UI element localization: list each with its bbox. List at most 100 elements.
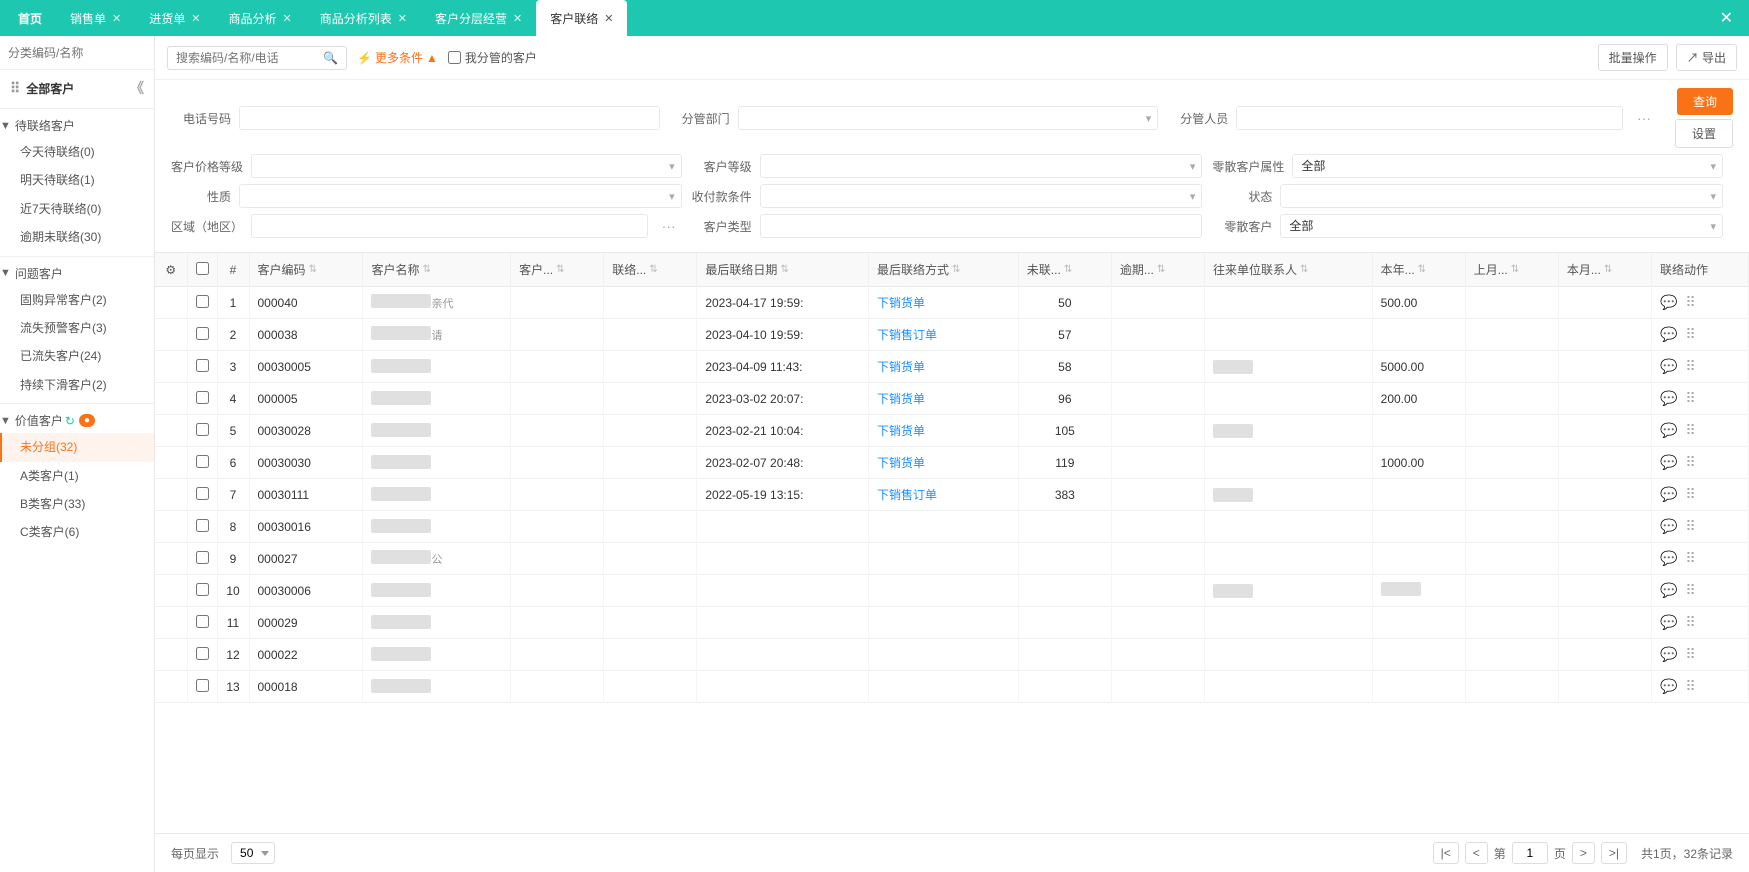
row-checkbox-cell[interactable] <box>187 511 217 543</box>
row-last-contact-method[interactable]: 下销货单 <box>869 287 1019 319</box>
row-checkbox[interactable] <box>196 359 209 372</box>
th-checkbox[interactable] <box>187 253 217 287</box>
chat-icon[interactable]: 💬 <box>1660 518 1677 535</box>
grid-action-icon[interactable]: ⠿ <box>1685 678 1695 695</box>
tab-purchase[interactable]: 进货单 ✕ <box>135 0 214 36</box>
sidebar-item-churn-risk[interactable]: 流失预警客户(3) <box>0 314 154 342</box>
row-checkbox-cell[interactable] <box>187 479 217 511</box>
all-customers-header[interactable]: ⠿ 全部客户 《 <box>0 70 154 104</box>
row-checkbox-cell[interactable] <box>187 671 217 703</box>
row-checkbox-cell[interactable] <box>187 639 217 671</box>
row-last-contact-method[interactable]: 下销售订单 <box>869 319 1019 351</box>
my-customers-check[interactable] <box>448 51 461 64</box>
grid-action-icon[interactable]: ⠿ <box>1685 486 1695 503</box>
refresh-icon[interactable]: ↻ <box>65 414 75 428</box>
tab-customer-contact[interactable]: 客户联络 ✕ <box>536 0 627 36</box>
filter-search-input[interactable] <box>176 51 323 65</box>
chat-icon[interactable]: 💬 <box>1660 390 1677 407</box>
pending-contact-header[interactable]: ▼ 待联络客户 <box>0 113 154 138</box>
region-input[interactable] <box>251 214 648 238</box>
tab-customer-contact-close[interactable]: ✕ <box>604 12 613 25</box>
retail-customer-select[interactable]: 全部 <box>1280 214 1723 238</box>
export-btn[interactable]: ↗ 导出 <box>1676 44 1737 71</box>
tab-home[interactable]: 首页 <box>4 0 56 36</box>
row-checkbox-cell[interactable] <box>187 447 217 479</box>
sidebar-item-overdue[interactable]: 逾期未联络(30) <box>0 223 154 251</box>
tab-sales-close[interactable]: ✕ <box>112 12 121 25</box>
tab-customer-segment[interactable]: 客户分层经营 ✕ <box>421 0 536 36</box>
sidebar-item-class-b[interactable]: B类客户(33) <box>0 490 154 518</box>
per-page-select[interactable]: 50 <box>231 842 275 864</box>
row-checkbox-cell[interactable] <box>187 383 217 415</box>
tab-purchase-close[interactable]: ✕ <box>191 12 200 25</box>
row-checkbox-cell[interactable] <box>187 351 217 383</box>
chat-icon[interactable]: 💬 <box>1660 422 1677 439</box>
row-checkbox[interactable] <box>196 551 209 564</box>
grid-action-icon[interactable]: ⠿ <box>1685 358 1695 375</box>
tab-product-analysis-close[interactable]: ✕ <box>283 12 292 25</box>
manager-input[interactable] <box>1236 106 1623 130</box>
chat-icon[interactable]: 💬 <box>1660 454 1677 471</box>
row-checkbox[interactable] <box>196 519 209 532</box>
chat-icon[interactable]: 💬 <box>1660 678 1677 695</box>
row-checkbox[interactable] <box>196 295 209 308</box>
last-contact-method-link[interactable]: 下销货单 <box>877 392 925 406</box>
th-overdue[interactable]: 逾期...⇅ <box>1111 253 1204 287</box>
row-last-contact-method[interactable]: 下销售订单 <box>869 479 1019 511</box>
gender-select[interactable] <box>239 184 682 208</box>
grid-action-icon[interactable]: ⠿ <box>1685 326 1695 343</box>
tab-product-analysis-list-close[interactable]: ✕ <box>398 12 407 25</box>
row-checkbox[interactable] <box>196 647 209 660</box>
grid-action-icon[interactable]: ⠿ <box>1685 294 1695 311</box>
sidebar-item-unclassified[interactable]: 未分组(32) <box>0 433 154 461</box>
grid-action-icon[interactable]: ⠿ <box>1685 454 1695 471</box>
price-level-select[interactable] <box>251 154 682 178</box>
grid-action-icon[interactable]: ⠿ <box>1685 646 1695 663</box>
th-code[interactable]: 客户编码⇅ <box>249 253 363 287</box>
row-checkbox[interactable] <box>196 679 209 692</box>
last-contact-method-link[interactable]: 下销货单 <box>877 456 925 470</box>
batch-operations-btn[interactable]: 批量操作 <box>1598 44 1668 71</box>
row-checkbox[interactable] <box>196 327 209 340</box>
sidebar-search-input[interactable] <box>8 46 155 60</box>
th-last-contact-date[interactable]: 最后联络日期⇅ <box>697 253 869 287</box>
row-last-contact-method[interactable] <box>869 607 1019 639</box>
problem-customers-header[interactable]: ▼ 问题客户 <box>0 261 154 286</box>
row-checkbox[interactable] <box>196 423 209 436</box>
row-checkbox-cell[interactable] <box>187 319 217 351</box>
row-last-contact-method[interactable]: 下销货单 <box>869 351 1019 383</box>
sidebar-item-declining[interactable]: 持续下滑客户(2) <box>0 371 154 399</box>
last-contact-method-link[interactable]: 下销货单 <box>877 360 925 374</box>
row-checkbox-cell[interactable] <box>187 287 217 319</box>
first-page-btn[interactable]: |< <box>1433 842 1459 864</box>
row-checkbox-cell[interactable] <box>187 415 217 447</box>
customer-type-input[interactable] <box>760 214 1203 238</box>
value-customers-header[interactable]: ▼ 价值客户 ↻ ● <box>0 408 154 433</box>
row-checkbox-cell[interactable] <box>187 543 217 575</box>
row-checkbox-cell[interactable] <box>187 575 217 607</box>
th-contact[interactable]: 联络...⇅ <box>604 253 697 287</box>
chat-icon[interactable]: 💬 <box>1660 326 1677 343</box>
row-last-contact-method[interactable]: 下销货单 <box>869 415 1019 447</box>
dept-select[interactable] <box>738 106 1159 130</box>
row-last-contact-method[interactable]: 下销货单 <box>869 447 1019 479</box>
window-close-btn[interactable]: ✕ <box>1708 8 1745 28</box>
row-checkbox[interactable] <box>196 615 209 628</box>
th-this-month[interactable]: 本月...⇅ <box>1558 253 1651 287</box>
row-last-contact-method[interactable] <box>869 543 1019 575</box>
row-last-contact-method[interactable] <box>869 671 1019 703</box>
tab-sales[interactable]: 销售单 ✕ <box>56 0 135 36</box>
row-checkbox[interactable] <box>196 487 209 500</box>
last-page-btn[interactable]: >| <box>1601 842 1627 864</box>
prev-page-btn[interactable]: < <box>1465 842 1488 864</box>
last-contact-method-link[interactable]: 下销售订单 <box>877 488 937 502</box>
phone-input[interactable] <box>239 106 660 130</box>
query-btn[interactable]: 查询 <box>1677 88 1733 115</box>
chat-icon[interactable]: 💬 <box>1660 358 1677 375</box>
chat-icon[interactable]: 💬 <box>1660 614 1677 631</box>
grid-action-icon[interactable]: ⠿ <box>1685 614 1695 631</box>
grid-action-icon[interactable]: ⠿ <box>1685 518 1695 535</box>
grid-action-icon[interactable]: ⠿ <box>1685 550 1695 567</box>
next-page-btn[interactable]: > <box>1572 842 1595 864</box>
select-all-checkbox[interactable] <box>196 262 209 275</box>
